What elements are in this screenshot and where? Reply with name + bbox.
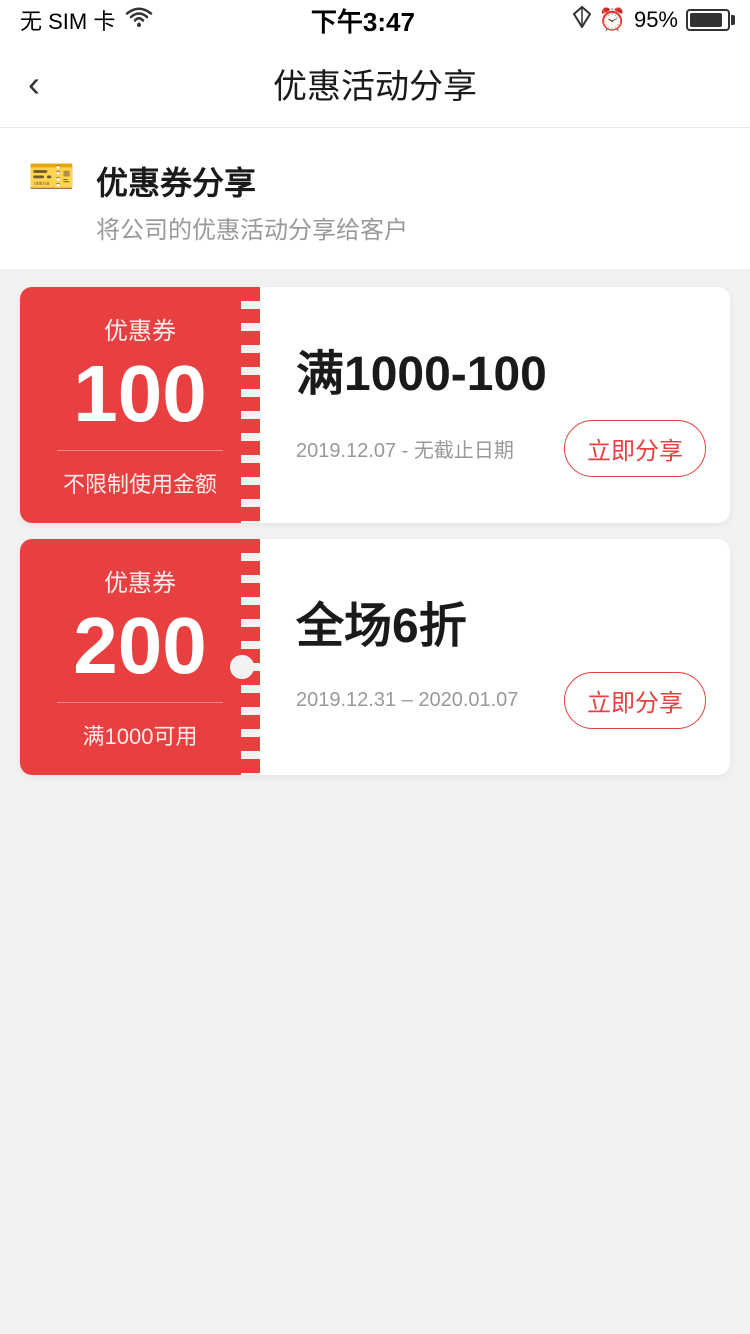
coupon-bottom-row-2: 2019.12.31 – 2020.01.07 立即分享 <box>296 672 706 729</box>
coupon-card-2: 优惠券 200 满1000可用 全场6折 2019.12.31 – 2020.0… <box>20 539 730 775</box>
alarm-icon: ⏰ <box>599 7 626 33</box>
wifi-icon <box>125 6 153 34</box>
coupon-amount-2: 200 <box>73 606 206 686</box>
coupon-list: 优惠券 100 不限制使用金额 满1000-100 2019.12.07 - 无… <box>0 271 750 791</box>
coupon-label-1: 优惠券 <box>104 311 176 346</box>
coupon-divider-1 <box>57 450 223 451</box>
coupon-condition-2: 满1000可用 <box>83 719 198 751</box>
coupon-divider-2 <box>57 702 223 703</box>
status-bar: 无 SIM 卡 下午3:47 ⏰ 95% <box>0 0 750 40</box>
coupon-right-2: 全场6折 2019.12.31 – 2020.01.07 立即分享 <box>272 539 730 775</box>
coupon-amount-1: 100 <box>73 354 206 434</box>
coupon-notch-2 <box>230 655 254 679</box>
coupon-name-2: 全场6折 <box>296 586 706 656</box>
carrier-text: 无 SIM 卡 <box>20 4 115 36</box>
coupon-condition-1: 不限制使用金额 <box>63 467 217 499</box>
back-button[interactable]: ‹ <box>28 66 40 102</box>
location-icon <box>573 6 591 34</box>
coupon-label-2: 优惠券 <box>104 563 176 598</box>
status-left: 无 SIM 卡 <box>20 4 153 36</box>
status-right: ⏰ 95% <box>573 6 730 34</box>
coupon-right-1: 满1000-100 2019.12.07 - 无截止日期 立即分享 <box>272 287 730 523</box>
section-text-group: 优惠券分享 将公司的优惠活动分享给客户 <box>96 158 408 245</box>
coupon-name-1: 满1000-100 <box>296 334 706 404</box>
coupon-card-1: 优惠券 100 不限制使用金额 满1000-100 2019.12.07 - 无… <box>20 287 730 523</box>
share-button-1[interactable]: 立即分享 <box>564 420 706 477</box>
coupon-date-1: 2019.12.07 - 无截止日期 <box>296 434 554 463</box>
coupon-left-1: 优惠券 100 不限制使用金额 <box>20 287 260 523</box>
bottom-area <box>0 791 750 1191</box>
nav-title: 优惠活动分享 <box>273 59 477 108</box>
section-icon: 🎫 <box>28 158 80 210</box>
battery-text: 95% <box>634 7 678 33</box>
share-button-2[interactable]: 立即分享 <box>564 672 706 729</box>
nav-bar: ‹ 优惠活动分享 <box>0 40 750 128</box>
status-time: 下午3:47 <box>311 2 415 39</box>
battery-icon <box>686 9 730 31</box>
section-title: 优惠券分享 <box>96 158 408 204</box>
section-subtitle: 将公司的优惠活动分享给客户 <box>96 210 408 245</box>
coupon-left-2: 优惠券 200 满1000可用 <box>20 539 260 775</box>
coupon-date-2: 2019.12.31 – 2020.01.07 <box>296 689 554 712</box>
section-header: 🎫 优惠券分享 将公司的优惠活动分享给客户 <box>0 128 750 269</box>
coupon-bottom-row-1: 2019.12.07 - 无截止日期 立即分享 <box>296 420 706 477</box>
